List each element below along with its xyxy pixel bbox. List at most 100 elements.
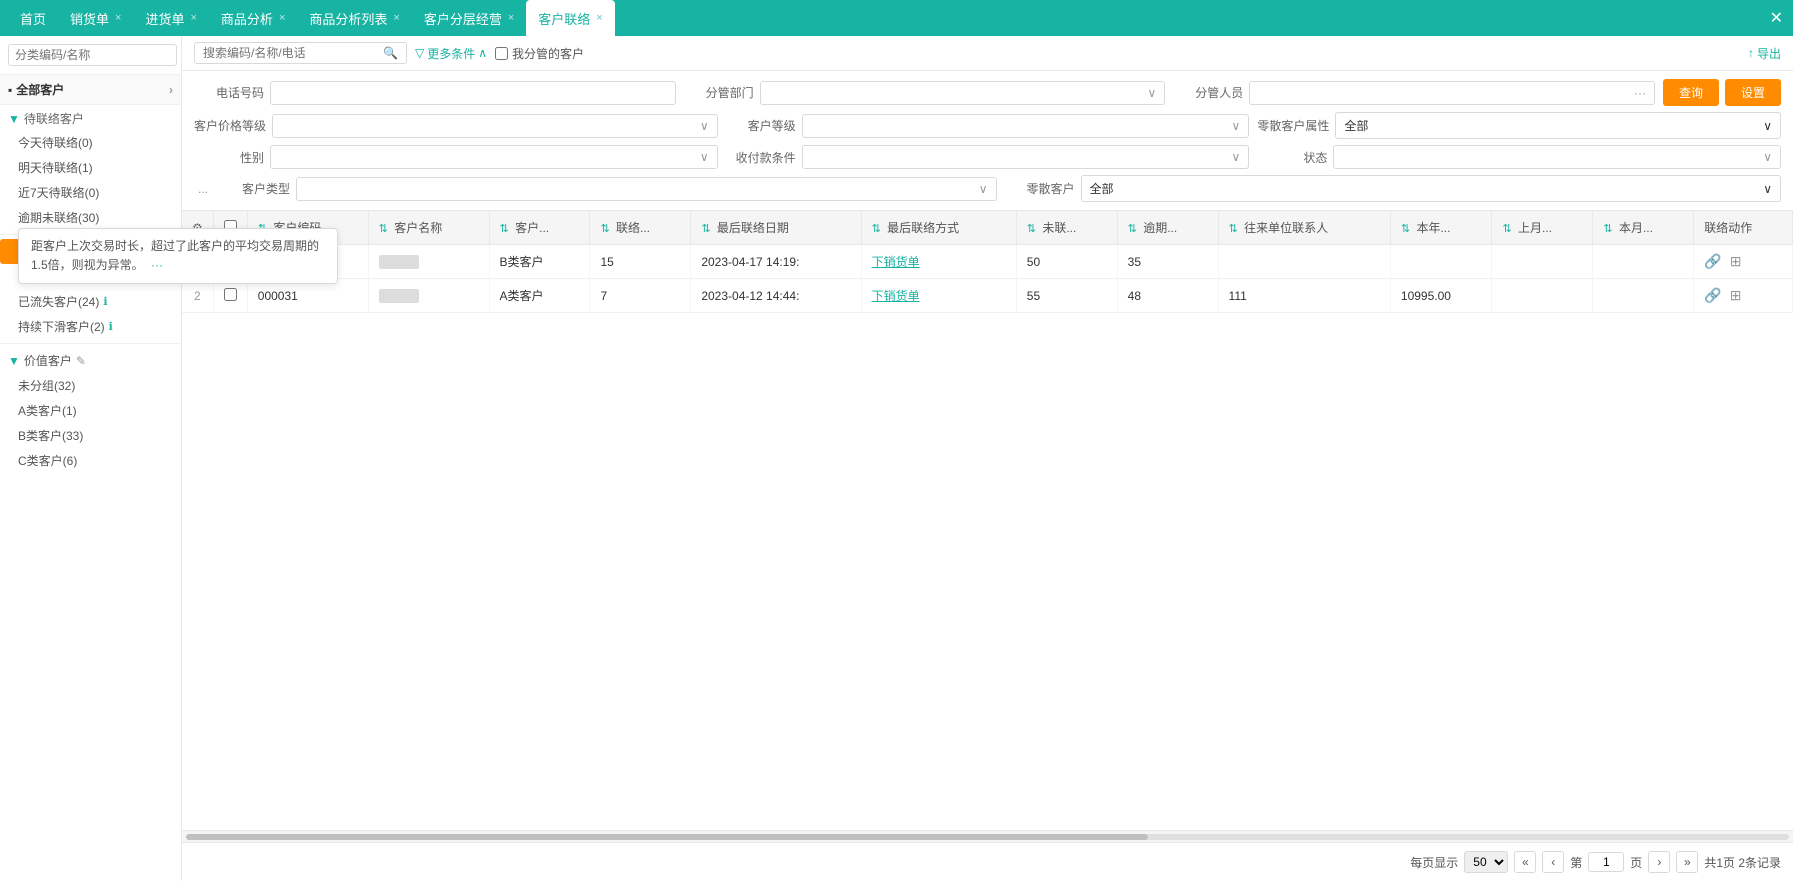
close-product-analysis-icon[interactable]: ×: [279, 12, 285, 24]
more-dots-icon[interactable]: ...: [194, 182, 212, 196]
payment-select[interactable]: ∨: [802, 145, 1250, 169]
row-actions: 🔗 ⊞: [1694, 245, 1793, 279]
row-link-icon[interactable]: 🔗: [1704, 253, 1721, 270]
sidebar-class-a[interactable]: A类客户(1): [0, 398, 181, 423]
settings-button[interactable]: 设置: [1725, 79, 1781, 106]
tooltip-more-icon: ···: [151, 258, 163, 272]
nav-customer-tier[interactable]: 客户分层经营 ×: [412, 0, 526, 36]
th-contact-count[interactable]: ⇅ 联络...: [590, 211, 691, 245]
manager-select[interactable]: ···: [1249, 81, 1655, 105]
row-name: [368, 245, 489, 279]
gender-select[interactable]: ∨: [270, 145, 718, 169]
manager-field: 分管人员 ···: [1173, 81, 1655, 105]
close-product-list-icon[interactable]: ×: [393, 12, 399, 24]
customer-type-select[interactable]: ∨: [296, 177, 997, 201]
payment-chevron-icon: ∨: [1232, 150, 1241, 164]
sidebar-expand-btn[interactable]: ›: [169, 83, 173, 97]
per-page-select[interactable]: 50: [1464, 851, 1508, 873]
dept-select[interactable]: ∨: [760, 81, 1166, 105]
retail-attr-field: 零散客户属性 全部 ∨: [1257, 112, 1781, 139]
row-last-contact-date: 2023-04-17 14:19:: [691, 245, 861, 279]
nav-purchase[interactable]: 进货单 ×: [133, 0, 208, 36]
filter-bar: 🔍 ▽ 更多条件 ∧ 我分管的客户 ↑ 导出: [182, 36, 1793, 71]
row-checkbox[interactable]: [224, 288, 237, 301]
th-last-month[interactable]: ⇅ 上月...: [1492, 211, 1593, 245]
prev-page-button[interactable]: ‹: [1542, 851, 1564, 873]
manager-more-icon: ···: [1634, 86, 1646, 100]
sidebar-week-pending[interactable]: 近7天待联络(0): [0, 180, 181, 205]
row-last-contact-method[interactable]: 下销货单: [861, 245, 1016, 279]
value-customer-header[interactable]: ▼ 价值客户 ✎: [8, 352, 173, 369]
top-navigation: 首页 销货单 × 进货单 × 商品分析 × 商品分析列表 × 客户分层经营 × …: [0, 0, 1793, 36]
row-grid-icon[interactable]: ⊞: [1730, 253, 1742, 270]
th-last-contact-date[interactable]: ⇅ 最后联络日期: [691, 211, 861, 245]
customer-level-select[interactable]: ∨: [802, 114, 1250, 138]
export-button[interactable]: ↑ 导出: [1748, 45, 1781, 62]
customer-table: ⚙ ⇅ 客户编码 ⇅ 客户名称: [182, 211, 1793, 313]
retail-customer-select[interactable]: 全部 ∨: [1081, 175, 1782, 202]
close-customer-contact-icon[interactable]: ×: [596, 12, 602, 24]
page-number-input[interactable]: [1588, 852, 1624, 872]
row-grid-icon[interactable]: ⊞: [1730, 287, 1742, 304]
scrollbar-track: [186, 834, 1789, 840]
last-page-button[interactable]: »: [1676, 851, 1698, 873]
tooltip-repurchase: 距客户上次交易时长，超过了此客户的平均交易周期的1.5倍，则视为异常。 ···: [18, 228, 182, 284]
value-customer-edit-icon[interactable]: ✎: [76, 354, 86, 368]
type-sort-icon: ⇅: [500, 223, 509, 235]
next-page-button[interactable]: ›: [1648, 851, 1670, 873]
retail-attr-select[interactable]: 全部 ∨: [1335, 112, 1781, 139]
sidebar-overdue-pending[interactable]: 逾期未联络(30): [0, 205, 181, 230]
sidebar-today-pending[interactable]: 今天待联络(0): [0, 130, 181, 155]
first-page-button[interactable]: «: [1514, 851, 1536, 873]
phone-input[interactable]: [270, 81, 676, 105]
status-field: 状态 ∨: [1257, 145, 1781, 169]
th-last-contact-method[interactable]: ⇅ 最后联络方式: [861, 211, 1016, 245]
more-filter-btn[interactable]: ▽ 更多条件 ∧: [415, 45, 487, 62]
th-related-contact[interactable]: ⇅ 往来单位联系人: [1218, 211, 1390, 245]
window-close-button[interactable]: ✕: [1770, 8, 1783, 28]
th-current-month[interactable]: ⇅ 本月...: [1593, 211, 1694, 245]
th-name[interactable]: ⇅ 客户名称: [368, 211, 489, 245]
row-link-icon[interactable]: 🔗: [1704, 287, 1721, 304]
sidebar-already-lost[interactable]: 已流失客户(24) ℹ: [0, 289, 181, 314]
th-overdue[interactable]: ⇅ 逾期...: [1117, 211, 1218, 245]
th-uncontact[interactable]: ⇅ 未联...: [1016, 211, 1117, 245]
horizontal-scrollbar[interactable]: [182, 830, 1793, 842]
sidebar-class-b[interactable]: B类客户(33): [0, 423, 181, 448]
main-search-input[interactable]: [203, 46, 383, 60]
close-purchase-icon[interactable]: ×: [190, 12, 196, 24]
last-month-sort-icon: ⇅: [1502, 223, 1511, 235]
query-button[interactable]: 查询: [1663, 79, 1719, 106]
nav-home[interactable]: 首页: [8, 0, 58, 36]
price-level-select[interactable]: ∨: [272, 114, 718, 138]
row-name: [368, 279, 489, 313]
gender-chevron-icon: ∨: [700, 150, 709, 164]
nav-sales[interactable]: 销货单 ×: [58, 0, 133, 36]
action-buttons: 查询 设置: [1663, 79, 1781, 106]
collapse-icon[interactable]: ▪: [8, 83, 12, 97]
already-lost-info-icon[interactable]: ℹ: [103, 295, 107, 308]
close-customer-tier-icon[interactable]: ×: [508, 12, 514, 24]
my-customer-checkbox[interactable]: 我分管的客户: [495, 45, 584, 62]
close-sales-icon[interactable]: ×: [115, 12, 121, 24]
sidebar-tomorrow-pending[interactable]: 明天待联络(1): [0, 155, 181, 180]
th-customer-type[interactable]: ⇅ 客户...: [489, 211, 590, 245]
status-select[interactable]: ∨: [1333, 145, 1781, 169]
row-current-month: [1593, 245, 1694, 279]
nav-product-analysis[interactable]: 商品分析 ×: [209, 0, 297, 36]
sidebar-search-input[interactable]: [8, 44, 177, 66]
sidebar-divider-2: [0, 343, 181, 344]
main-search-icon[interactable]: 🔍: [383, 46, 398, 60]
filter-row-4: ... 客户类型 ∨ 零散客户 全部 ∨: [194, 175, 1781, 202]
scrollbar-thumb[interactable]: [186, 834, 1148, 840]
row-contact-count: 7: [590, 279, 691, 313]
th-current-year[interactable]: ⇅ 本年...: [1390, 211, 1492, 245]
my-customer-check[interactable]: [495, 47, 508, 60]
nav-customer-contact[interactable]: 客户联络 ×: [526, 0, 614, 36]
sidebar-class-c[interactable]: C类客户(6): [0, 448, 181, 473]
row-last-contact-method[interactable]: 下销货单: [861, 279, 1016, 313]
continued-down-info-icon[interactable]: ℹ: [109, 320, 113, 333]
sidebar-continued-down[interactable]: 持续下滑客户(2) ℹ: [0, 314, 181, 339]
nav-product-analysis-list[interactable]: 商品分析列表 ×: [297, 0, 411, 36]
sidebar-unclassified[interactable]: 未分组(32): [0, 373, 181, 398]
